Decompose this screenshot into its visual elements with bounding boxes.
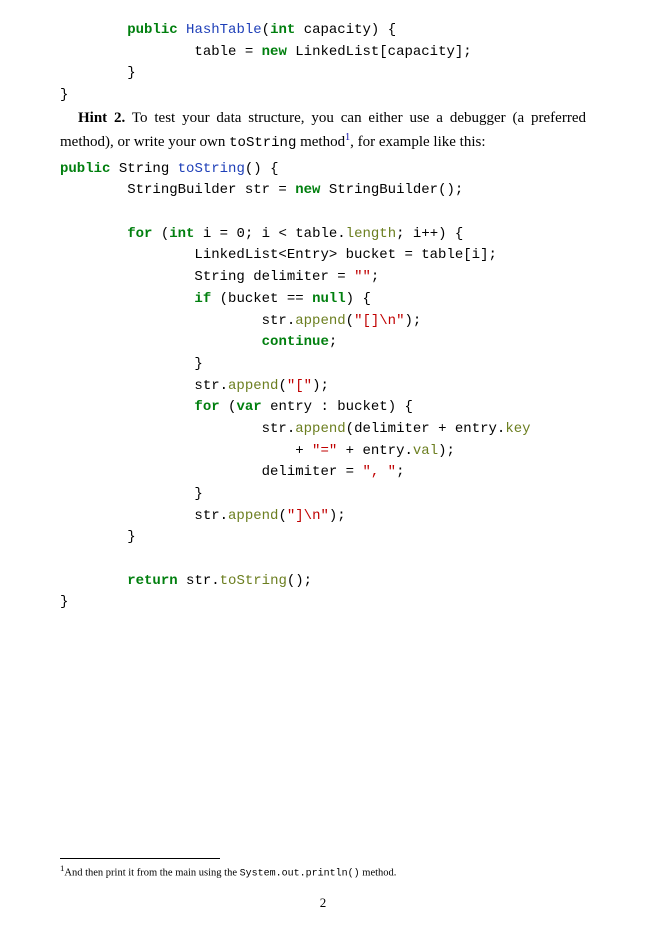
keyword: public [127, 22, 177, 38]
code-text [60, 291, 194, 307]
hint-text: method [296, 134, 345, 150]
code-text [60, 399, 194, 415]
hint-text: , for example like this: [350, 134, 485, 150]
code-text: (delimiter + entry. [346, 421, 506, 437]
code-text: str. [60, 421, 295, 437]
code-text: ; i++) { [396, 226, 463, 242]
keyword: var [236, 399, 261, 415]
code-text: str. [178, 573, 220, 589]
code-text: + entry. [337, 443, 413, 459]
code-text: (); [287, 573, 312, 589]
identifier: toString [178, 161, 245, 177]
property: length [346, 226, 396, 242]
page-number: 2 [60, 895, 586, 911]
keyword: int [169, 226, 194, 242]
code-text: ( [346, 313, 354, 329]
code-text: } [60, 356, 203, 372]
code-text [60, 226, 127, 242]
property: append [295, 313, 345, 329]
code-text: ); [438, 443, 455, 459]
code-text: str. [60, 378, 228, 394]
code-text: entry : bucket) { [262, 399, 413, 415]
code-block-tostring: public String toString() { StringBuilder… [60, 159, 586, 614]
keyword: if [194, 291, 211, 307]
code-text: String delimiter = [60, 269, 354, 285]
code-text [60, 334, 262, 350]
code-text: LinkedList[capacity]; [287, 44, 472, 60]
code-text: LinkedList<Entry> bucket = table[i]; [60, 247, 497, 263]
keyword: public [60, 161, 110, 177]
code-text: ); [312, 378, 329, 394]
code-text: ( [152, 226, 169, 242]
property: append [228, 378, 278, 394]
footnote-mono: System.out.println() [240, 868, 360, 879]
string-literal: "=" [312, 443, 337, 459]
keyword: for [127, 226, 152, 242]
code-text: } [60, 65, 136, 81]
hint-label: Hint 2. [78, 110, 125, 126]
property: append [228, 508, 278, 524]
code-text: ( [278, 508, 286, 524]
hint-mono: toString [229, 135, 296, 151]
footnote-text: And then print it from the main using th… [64, 867, 239, 878]
code-text: ; [329, 334, 337, 350]
property: key [505, 421, 530, 437]
code-text: } [60, 529, 136, 545]
code-text: StringBuilder(); [320, 182, 463, 198]
code-text [60, 573, 127, 589]
string-literal: ", " [362, 464, 396, 480]
keyword: new [262, 44, 287, 60]
code-text: capacity) { [295, 22, 396, 38]
footnote-text: method. [360, 867, 397, 878]
code-text: ( [220, 399, 237, 415]
code-text: String [110, 161, 177, 177]
code-text: } [60, 87, 68, 103]
keyword: return [127, 573, 177, 589]
code-text: table = [60, 44, 262, 60]
code-text: + [60, 443, 312, 459]
string-literal: "]\n" [287, 508, 329, 524]
code-text: ; [371, 269, 379, 285]
keyword: null [312, 291, 346, 307]
code-text: ); [329, 508, 346, 524]
keyword: int [270, 22, 295, 38]
property: append [295, 421, 345, 437]
keyword: new [295, 182, 320, 198]
code-text: StringBuilder str = [60, 182, 295, 198]
code-text: ) { [346, 291, 371, 307]
page-footer: 1And then print it from the main using t… [60, 858, 586, 912]
footnote-rule [60, 858, 220, 859]
property: val [413, 443, 438, 459]
string-literal: "[" [287, 378, 312, 394]
code-text: ( [278, 378, 286, 394]
identifier: HashTable [186, 22, 262, 38]
hint-paragraph: Hint 2. To test your data structure, you… [60, 107, 586, 155]
keyword: for [194, 399, 219, 415]
string-literal: "" [354, 269, 371, 285]
code-text: str. [60, 313, 295, 329]
code-text: delimiter = [60, 464, 362, 480]
document-page: public HashTable(int capacity) { table =… [0, 0, 646, 931]
keyword: continue [262, 334, 329, 350]
code-text: i = 0; i < table. [194, 226, 345, 242]
code-block-constructor: public HashTable(int capacity) { table =… [60, 20, 586, 107]
property: toString [220, 573, 287, 589]
code-text: (bucket == [211, 291, 312, 307]
footnote: 1And then print it from the main using t… [60, 862, 586, 882]
code-text: } [60, 486, 203, 502]
code-text: ); [405, 313, 422, 329]
code-text: } [60, 594, 68, 610]
code-text: str. [60, 508, 228, 524]
string-literal: "[]\n" [354, 313, 404, 329]
code-text: () { [245, 161, 279, 177]
code-text: ; [396, 464, 404, 480]
